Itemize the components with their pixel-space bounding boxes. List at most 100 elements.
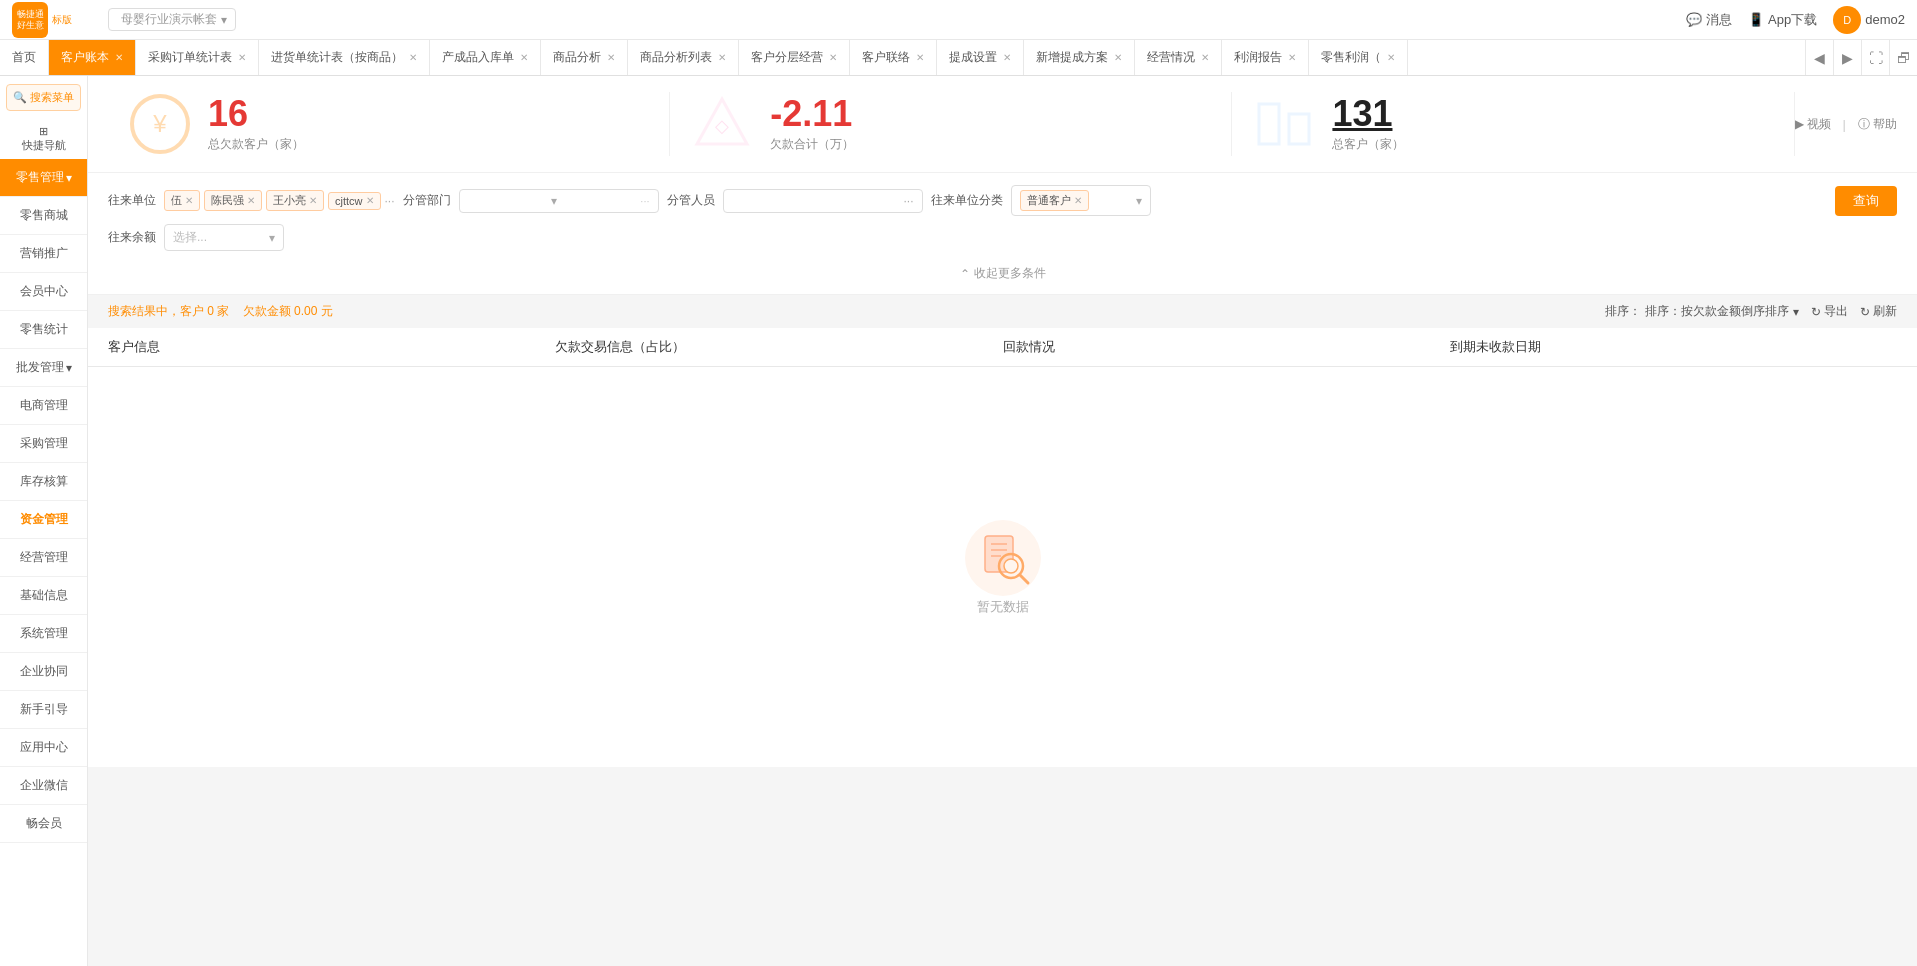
tab-next-btn[interactable]: ▶ xyxy=(1833,40,1861,76)
sort-select[interactable]: 排序： 排序：按欠款金额倒序排序 ▾ xyxy=(1605,303,1799,320)
refresh-icon-export: ↻ xyxy=(1811,305,1821,319)
tab-customer-contact[interactable]: 客户联络 ✕ xyxy=(850,40,937,76)
tab-retail-profit[interactable]: 零售利润（ ✕ xyxy=(1309,40,1408,76)
tab-close-new-promotion[interactable]: ✕ xyxy=(1114,52,1122,63)
sidebar: 🔍 搜索菜单 ⊞ 快捷导航 零售管理 ▾ 零售商城 营销推广 会员中心 零售统计 xyxy=(0,76,88,966)
stat-block-debt: ◇ -2.11 欠款合计（万） xyxy=(670,92,1232,156)
message-icon: 💬 xyxy=(1686,12,1702,27)
chevron-icon: ▾ xyxy=(66,171,72,185)
sidebar-item-wholesale[interactable]: 批发管理 ▾ xyxy=(0,349,87,387)
quick-nav-btn[interactable]: ⊞ 快捷导航 xyxy=(0,119,87,159)
filter-category-select[interactable]: 普通客户 ✕ ▾ xyxy=(1011,185,1151,216)
user-avatar-btn[interactable]: D demo2 xyxy=(1833,6,1905,34)
tab-close-customer-tier[interactable]: ✕ xyxy=(829,52,837,63)
sidebar-item-operations[interactable]: 经营管理 xyxy=(0,539,87,577)
sidebar-item-marketing[interactable]: 营销推广 xyxy=(0,235,87,273)
sidebar-item-system[interactable]: 系统管理 xyxy=(0,615,87,653)
query-button[interactable]: 查询 xyxy=(1835,186,1897,216)
stats-banner: ¥ 16 总欠款客户（家） ◇ -2.11 欠款合计（ xyxy=(88,76,1917,173)
filter-area: 往来单位 伍 ✕ 陈民强 ✕ 王小亮 ✕ cjttcw xyxy=(88,173,1917,295)
sidebar-item-ecommerce[interactable]: 电商管理 xyxy=(0,387,87,425)
balance-select-arrow: ▾ xyxy=(269,231,275,245)
export-btn[interactable]: ↻ 导出 xyxy=(1811,303,1848,320)
remove-tag-chen[interactable]: ✕ xyxy=(247,195,255,206)
tab-close-customer-contact[interactable]: ✕ xyxy=(916,52,924,63)
filter-tag-wu: 伍 ✕ xyxy=(164,190,200,211)
dept-select-arrow: ▾ xyxy=(551,194,557,208)
tab-product-list[interactable]: 商品分析列表 ✕ xyxy=(628,40,739,76)
avatar: D xyxy=(1833,6,1861,34)
tab-close-profit-report[interactable]: ✕ xyxy=(1288,52,1296,63)
app-download-btn[interactable]: 📱 App下载 xyxy=(1748,11,1817,29)
sidebar-item-retail[interactable]: 零售管理 ▾ xyxy=(0,159,87,197)
filter-balance-label: 往来余额 xyxy=(108,229,156,246)
tab-close-production[interactable]: ✕ xyxy=(520,52,528,63)
sidebar-item-newbie[interactable]: 新手引导 xyxy=(0,691,87,729)
svg-text:¥: ¥ xyxy=(152,110,167,137)
remove-tag-ordinary[interactable]: ✕ xyxy=(1074,195,1082,206)
stat-icon-total xyxy=(1252,92,1316,156)
tab-home[interactable]: 首页 xyxy=(0,40,49,76)
sidebar-item-vip[interactable]: 畅会员 xyxy=(0,805,87,843)
result-bar: 搜索结果中，客户 0 家 欠款金额 0.00 元 排序： 排序：按欠款金额倒序排… xyxy=(88,295,1917,328)
filter-more-tags-btn[interactable]: ··· xyxy=(385,194,395,208)
tab-close-business-status[interactable]: ✕ xyxy=(1201,52,1209,63)
stat-label-debt: 欠款合计（万） xyxy=(770,136,854,153)
empty-illustration xyxy=(963,518,1043,598)
tab-close-purchase-stats[interactable]: ✕ xyxy=(409,52,417,63)
stat-label-customers: 总欠款客户（家） xyxy=(208,136,304,153)
tab-close-accounts[interactable]: ✕ xyxy=(115,52,123,63)
filter-person-select[interactable]: ··· xyxy=(723,189,923,213)
sidebar-item-finance[interactable]: 资金管理 xyxy=(0,501,87,539)
refresh-btn[interactable]: ↻ 刷新 xyxy=(1860,303,1897,320)
tab-promotion-settings[interactable]: 提成设置 ✕ xyxy=(937,40,1024,76)
tab-profit-report[interactable]: 利润报告 ✕ xyxy=(1222,40,1309,76)
tab-purchase-orders[interactable]: 采购订单统计表 ✕ xyxy=(136,40,259,76)
remove-tag-cjttcw[interactable]: ✕ xyxy=(366,195,374,206)
tab-close-promotion-settings[interactable]: ✕ xyxy=(1003,52,1011,63)
sidebar-item-retail-stats[interactable]: 零售统计 xyxy=(0,311,87,349)
remove-tag-wu[interactable]: ✕ xyxy=(185,195,193,206)
sidebar-item-wechat[interactable]: 企业微信 xyxy=(0,767,87,805)
sidebar-item-purchase[interactable]: 采购管理 xyxy=(0,425,87,463)
sidebar-item-app-center[interactable]: 应用中心 xyxy=(0,729,87,767)
tab-close-retail-profit[interactable]: ✕ xyxy=(1387,52,1395,63)
tab-controls: ◀ ▶ ⛶ 🗗 xyxy=(1805,40,1917,76)
sidebar-item-enterprise[interactable]: 企业协同 xyxy=(0,653,87,691)
tab-new-promotion[interactable]: 新增提成方案 ✕ xyxy=(1024,40,1135,76)
search-menu-btn[interactable]: 🔍 搜索菜单 xyxy=(6,84,81,111)
tab-close-purchase-orders[interactable]: ✕ xyxy=(238,52,246,63)
tab-prev-btn[interactable]: ◀ xyxy=(1805,40,1833,76)
stat-block-total: 131 总客户（家） xyxy=(1232,92,1794,156)
video-help-btn[interactable]: ▶ 视频 xyxy=(1795,116,1831,133)
stat-label-total: 总客户（家） xyxy=(1332,136,1404,153)
tab-close-product-analysis[interactable]: ✕ xyxy=(607,52,615,63)
tab-product-analysis[interactable]: 商品分析 ✕ xyxy=(541,40,628,76)
filter-balance-select[interactable]: 选择... ▾ xyxy=(164,224,284,251)
sidebar-item-inventory[interactable]: 库存核算 xyxy=(0,463,87,501)
tab-production[interactable]: 产成品入库单 ✕ xyxy=(430,40,541,76)
tab-fullscreen-btn[interactable]: ⛶ xyxy=(1861,40,1889,76)
filter-tag-chen: 陈民强 ✕ xyxy=(204,190,262,211)
sidebar-item-member[interactable]: 会员中心 xyxy=(0,273,87,311)
logo-text: 标版 xyxy=(52,13,72,26)
filter-tag-wang: 王小亮 ✕ xyxy=(266,190,324,211)
filter-dept-select[interactable]: ▾ ··· xyxy=(459,189,659,213)
table-container: 客户信息 欠款交易信息（占比） 回款情况 到期未收款日期 xyxy=(88,328,1917,767)
tab-business-status[interactable]: 经营情况 ✕ xyxy=(1135,40,1222,76)
tab-customer-tier[interactable]: 客户分层经营 ✕ xyxy=(739,40,850,76)
tab-purchase-stats[interactable]: 进货单统计表（按商品） ✕ xyxy=(259,40,430,76)
help-btn[interactable]: ⓘ 帮助 xyxy=(1858,116,1897,133)
tab-accounts[interactable]: 客户账本 ✕ xyxy=(49,40,136,76)
message-btn[interactable]: 💬 消息 xyxy=(1686,11,1732,29)
sidebar-item-retail-mall[interactable]: 零售商城 xyxy=(0,197,87,235)
quick-nav-icon: ⊞ xyxy=(39,125,48,137)
tab-close-product-list[interactable]: ✕ xyxy=(718,52,726,63)
logo-area: 畅捷通好生意 标版 xyxy=(12,2,100,38)
account-selector[interactable]: 母婴行业演示帐套 ▾ xyxy=(108,8,236,31)
tab-restore-btn[interactable]: 🗗 xyxy=(1889,40,1917,76)
sidebar-item-basic-info[interactable]: 基础信息 xyxy=(0,577,87,615)
svg-point-11 xyxy=(1004,559,1018,573)
remove-tag-wang[interactable]: ✕ xyxy=(309,195,317,206)
collapse-filter-btn[interactable]: ⌃ 收起更多条件 xyxy=(960,265,1046,282)
